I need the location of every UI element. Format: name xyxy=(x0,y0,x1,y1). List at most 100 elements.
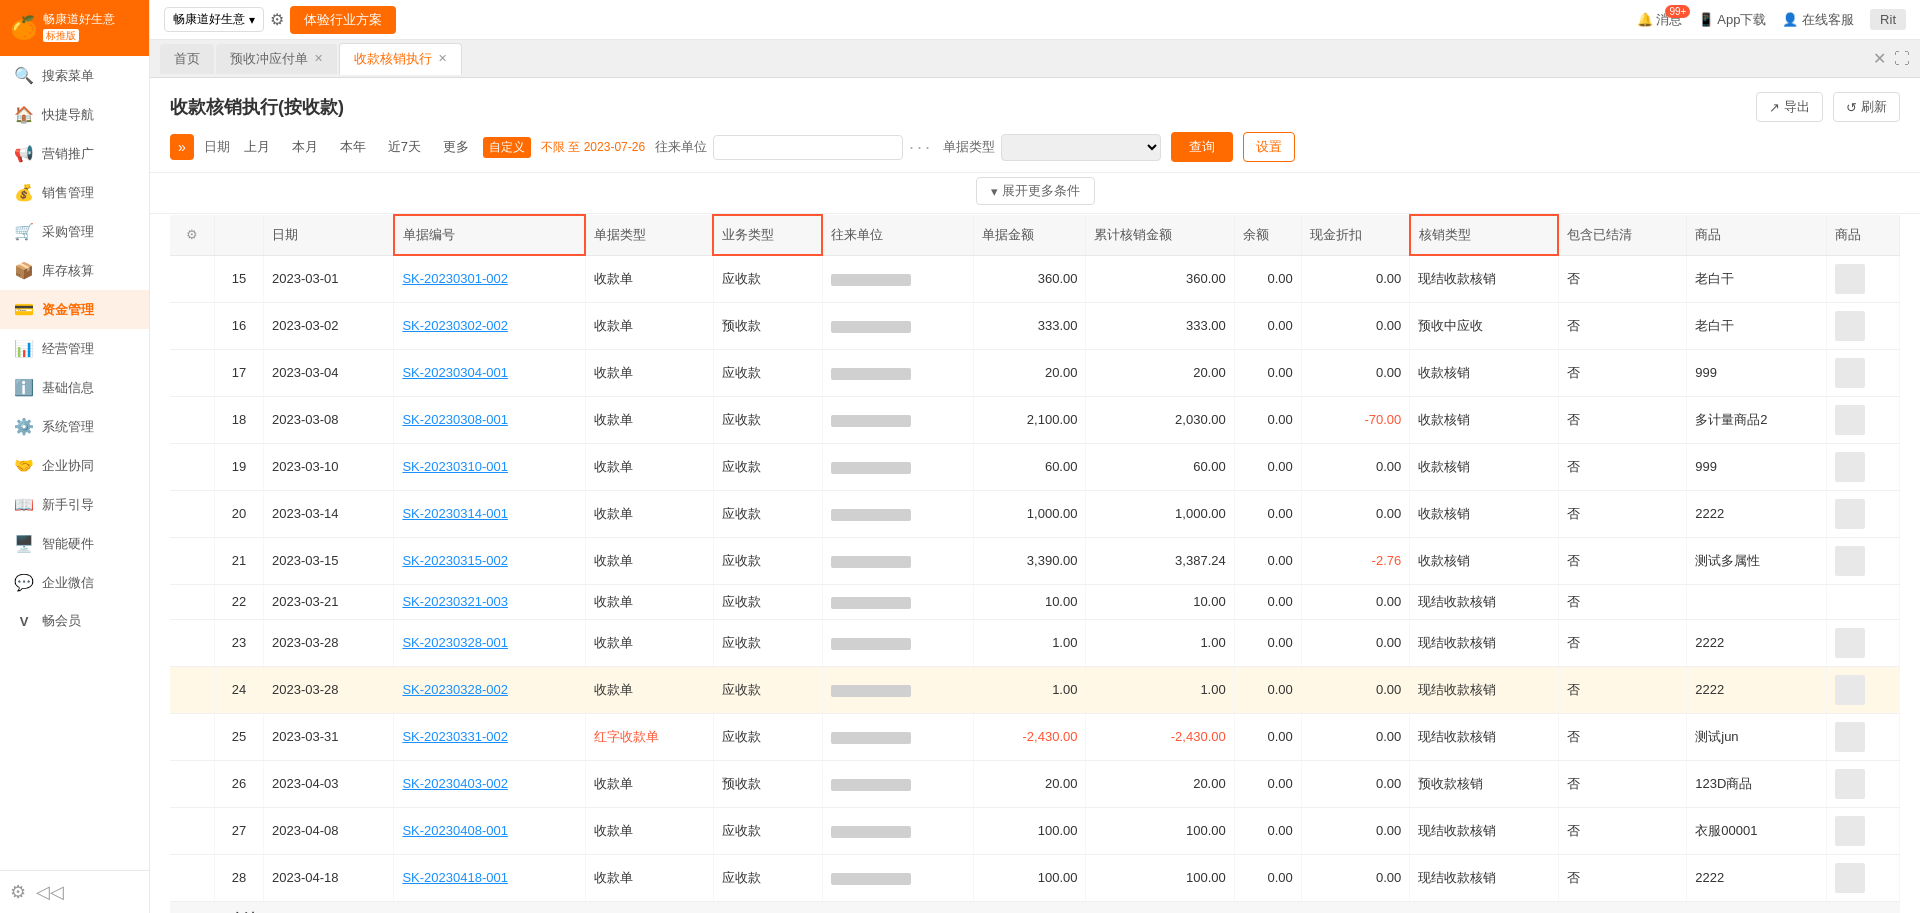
sidebar-item-sales[interactable]: 💰 销售管理 xyxy=(0,173,149,212)
sidebar-item-member[interactable]: V 畅会员 xyxy=(0,602,149,640)
filter-expand-btn[interactable]: » xyxy=(170,134,194,160)
main-content: 畅康道好生意 ▾ ⚙ 体验行业方案 🔔 消息 99+ 📱 App下载 👤 在线客… xyxy=(150,0,1920,913)
cell-gear xyxy=(170,854,214,901)
sidebar-item-wechat[interactable]: 💬 企业微信 xyxy=(0,563,149,602)
table-row[interactable]: 18 2023-03-08 SK-20230308-001 收款单 应收款 2,… xyxy=(170,396,1900,443)
solution-btn[interactable]: 体验行业方案 xyxy=(290,6,396,34)
table-row[interactable]: 20 2023-03-14 SK-20230314-001 收款单 应收款 1,… xyxy=(170,490,1900,537)
table-row[interactable]: 22 2023-03-21 SK-20230321-003 收款单 应收款 10… xyxy=(170,584,1900,619)
cell-counterpart xyxy=(822,713,973,760)
cell-date: 2023-03-28 xyxy=(264,619,394,666)
table-row[interactable]: 17 2023-03-04 SK-20230304-001 收款单 应收款 20… xyxy=(170,349,1900,396)
cell-date: 2023-03-28 xyxy=(264,666,394,713)
sidebar-item-operations[interactable]: 📊 经营管理 xyxy=(0,329,149,368)
topbar-gear-icon[interactable]: ⚙ xyxy=(270,10,284,29)
cell-gear xyxy=(170,302,214,349)
sidebar-item-quick-nav[interactable]: 🏠 快捷导航 xyxy=(0,95,149,134)
settings-gear-icon[interactable]: ⚙ xyxy=(10,881,26,903)
export-btn[interactable]: ↗ 导出 xyxy=(1756,92,1823,122)
date-btn-last-month[interactable]: 上月 xyxy=(236,135,278,159)
query-btn[interactable]: 查询 xyxy=(1171,132,1233,162)
cell-bill-type: 收款单 xyxy=(585,255,713,302)
bill-no-link[interactable]: SK-20230328-001 xyxy=(402,635,508,650)
bill-no-link[interactable]: SK-20230308-001 xyxy=(402,412,508,427)
tab-close-prepay[interactable]: ✕ xyxy=(314,52,323,65)
online-service-area[interactable]: 👤 在线客服 xyxy=(1782,11,1854,29)
message-area[interactable]: 🔔 消息 99+ xyxy=(1637,11,1683,29)
tab-prepay[interactable]: 预收冲应付单 ✕ xyxy=(216,44,337,74)
bill-no-link[interactable]: SK-20230304-001 xyxy=(402,365,508,380)
table-row[interactable]: 24 2023-03-28 SK-20230328-002 收款单 应收款 1.… xyxy=(170,666,1900,713)
counterpart-input[interactable] xyxy=(713,135,903,160)
sidebar-item-enterprise[interactable]: 🤝 企业协同 xyxy=(0,446,149,485)
cell-cash-discount: 0.00 xyxy=(1301,490,1409,537)
date-btn-this-year[interactable]: 本年 xyxy=(332,135,374,159)
cell-balance: 0.00 xyxy=(1234,807,1301,854)
settings-btn[interactable]: 设置 xyxy=(1243,132,1295,162)
bill-no-link[interactable]: SK-20230301-002 xyxy=(402,271,508,286)
table-row[interactable]: 27 2023-04-08 SK-20230408-001 收款单 应收款 10… xyxy=(170,807,1900,854)
cell-bill-type: 收款单 xyxy=(585,619,713,666)
bill-no-link[interactable]: SK-20230418-001 xyxy=(402,870,508,885)
collapse-icon[interactable]: ◁◁ xyxy=(36,881,64,903)
user-name[interactable]: Rit xyxy=(1870,9,1906,30)
filter-date-group: 日期 上月 本月 本年 近7天 更多 自定义 xyxy=(204,135,531,159)
table-row[interactable]: 28 2023-04-18 SK-20230418-001 收款单 应收款 10… xyxy=(170,854,1900,901)
expand-more-btn[interactable]: ▾ 展开更多条件 xyxy=(976,177,1095,205)
bill-no-link[interactable]: SK-20230315-002 xyxy=(402,553,508,568)
sidebar-item-finance[interactable]: 💳 资金管理 xyxy=(0,290,149,329)
cell-verify-type: 预收款核销 xyxy=(1410,760,1558,807)
bill-no-link[interactable]: SK-20230321-003 xyxy=(402,594,508,609)
table-row[interactable]: 23 2023-03-28 SK-20230328-001 收款单 应收款 1.… xyxy=(170,619,1900,666)
cell-gear xyxy=(170,255,214,302)
bill-no-link[interactable]: SK-20230403-002 xyxy=(402,776,508,791)
cell-gear xyxy=(170,349,214,396)
sidebar-item-inventory[interactable]: 📦 库存核算 xyxy=(0,251,149,290)
cell-rownum: 20 xyxy=(214,490,263,537)
table-row[interactable]: 21 2023-03-15 SK-20230315-002 收款单 应收款 3,… xyxy=(170,537,1900,584)
bill-no-link[interactable]: SK-20230302-002 xyxy=(402,318,508,333)
cell-counterpart xyxy=(822,443,973,490)
bill-no-link[interactable]: SK-20230408-001 xyxy=(402,823,508,838)
sidebar-item-marketing[interactable]: 📢 营销推广 xyxy=(0,134,149,173)
cell-biz-type: 应收款 xyxy=(713,349,822,396)
tab-verify[interactable]: 收款核销执行 ✕ xyxy=(339,43,462,75)
maximize-tab-btn[interactable]: ⛶ xyxy=(1894,49,1910,68)
bill-no-link[interactable]: SK-20230310-001 xyxy=(402,459,508,474)
close-tab-btn[interactable]: ✕ xyxy=(1873,49,1886,68)
refresh-btn[interactable]: ↺ 刷新 xyxy=(1833,92,1900,122)
date-btn-more[interactable]: 更多 xyxy=(435,135,477,159)
sidebar-item-guide[interactable]: 📖 新手引导 xyxy=(0,485,149,524)
export-icon: ↗ xyxy=(1769,100,1780,115)
date-btn-7days[interactable]: 近7天 xyxy=(380,135,429,159)
table-row[interactable]: 26 2023-04-03 SK-20230403-002 收款单 预收款 20… xyxy=(170,760,1900,807)
bill-no-link[interactable]: SK-20230314-001 xyxy=(402,506,508,521)
col-gear[interactable]: ⚙ xyxy=(170,215,214,255)
cell-bill-type: 收款单 xyxy=(585,443,713,490)
tab-close-verify[interactable]: ✕ xyxy=(438,52,447,65)
col-verify-type: 核销类型 xyxy=(1410,215,1558,255)
bill-type-select[interactable] xyxy=(1001,134,1161,161)
cell-biz-type: 预收款 xyxy=(713,760,822,807)
table-row[interactable]: 15 2023-03-01 SK-20230301-002 收款单 应收款 36… xyxy=(170,255,1900,302)
finance-icon: 💳 xyxy=(14,300,34,319)
date-custom-btn[interactable]: 自定义 xyxy=(483,137,531,158)
sidebar-item-search[interactable]: 🔍 搜索菜单 xyxy=(0,56,149,95)
sidebar-item-purchase[interactable]: 🛒 采购管理 xyxy=(0,212,149,251)
table-row[interactable]: 19 2023-03-10 SK-20230310-001 收款单 应收款 60… xyxy=(170,443,1900,490)
cell-product: 老白干 xyxy=(1687,302,1826,349)
table-row[interactable]: 16 2023-03-02 SK-20230302-002 收款单 预收款 33… xyxy=(170,302,1900,349)
sidebar-item-system[interactable]: ⚙️ 系统管理 xyxy=(0,407,149,446)
table-row[interactable]: 25 2023-03-31 SK-20230331-002 红字收款单 应收款 … xyxy=(170,713,1900,760)
sidebar-item-basic[interactable]: ℹ️ 基础信息 xyxy=(0,368,149,407)
date-display: 不限 至 2023-07-26 xyxy=(541,139,645,156)
tab-home[interactable]: 首页 xyxy=(160,44,214,74)
bill-no-link[interactable]: SK-20230331-002 xyxy=(402,729,508,744)
cell-include-settled: 否 xyxy=(1558,854,1687,901)
cell-date: 2023-03-31 xyxy=(264,713,394,760)
bill-no-link[interactable]: SK-20230328-002 xyxy=(402,682,508,697)
sidebar-item-hardware[interactable]: 🖥️ 智能硬件 xyxy=(0,524,149,563)
date-btn-this-month[interactable]: 本月 xyxy=(284,135,326,159)
app-download-area[interactable]: 📱 App下载 xyxy=(1698,11,1766,29)
company-selector[interactable]: 畅康道好生意 ▾ xyxy=(164,7,264,32)
